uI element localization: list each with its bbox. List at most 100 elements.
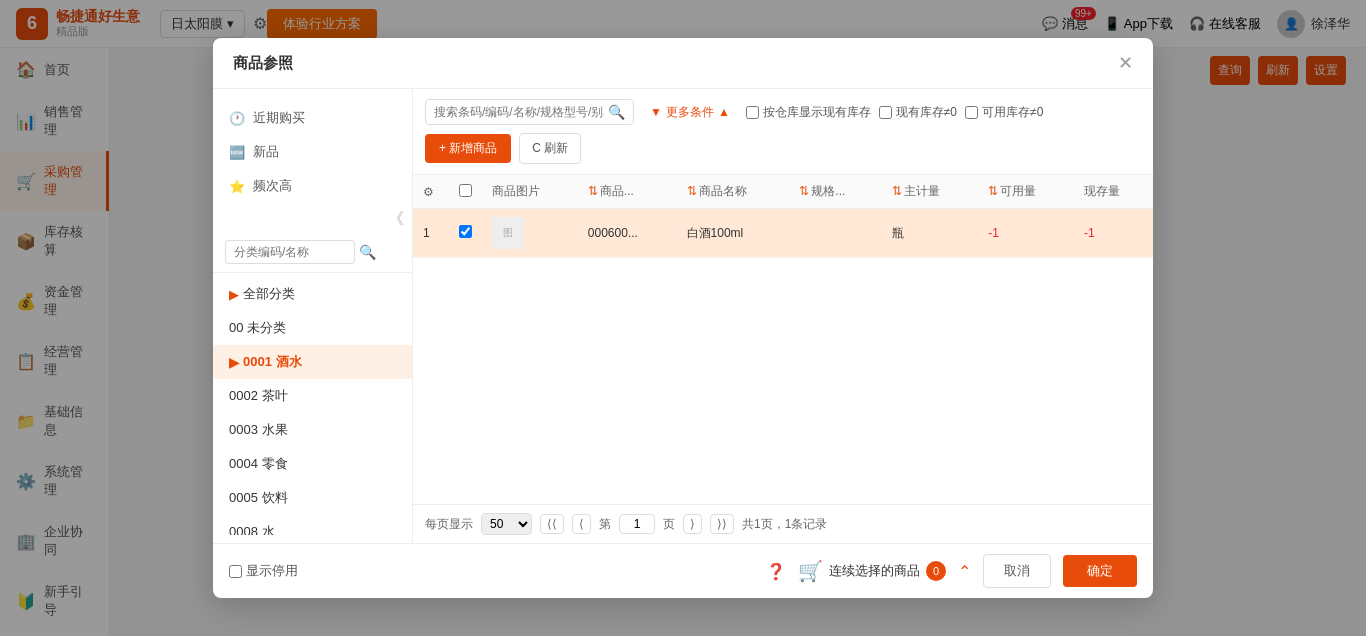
category-00[interactable]: 00 未分类 bbox=[213, 311, 412, 345]
checkbox-warehouse-label: 按仓库显示现有库存 bbox=[763, 104, 871, 121]
checkbox-warehouse-input[interactable] bbox=[746, 106, 759, 119]
product-table: ⚙ 商品图片 ⇅商品... ⇅商品名称 ⇅规格... ⇅主计量 ⇅可用量 现存 bbox=[413, 175, 1153, 504]
arrow-icon-all: ▶ bbox=[229, 287, 239, 302]
main-layout: 🏠 首页 📊 销售管理 🛒 采购管理 📦 库存核算 💰 资金管理 📋 经营管理 … bbox=[0, 48, 1366, 636]
checkbox-stock-nonzero: 现有库存≠0 bbox=[879, 104, 957, 121]
clock-icon: 🕐 bbox=[229, 111, 245, 126]
modal-right-panel: 🔍 ▼ 更多条件 ▲ 按仓库显示现有库存 bbox=[413, 89, 1153, 543]
total-records-label: 共1页，1条记录 bbox=[742, 516, 827, 533]
category-0001-label: 0001 酒水 bbox=[243, 353, 302, 371]
row-unit: 瓶 bbox=[882, 209, 978, 258]
last-page-button[interactable]: ⟩⟩ bbox=[710, 514, 734, 534]
category-0002-label: 0002 茶叶 bbox=[229, 387, 288, 405]
row-index: 1 bbox=[413, 209, 449, 258]
page-size-label: 每页显示 bbox=[425, 516, 473, 533]
category-0008[interactable]: 0008 水 bbox=[213, 515, 412, 535]
page-suffix: 页 bbox=[663, 516, 675, 533]
shortcut-frequent[interactable]: ⭐ 频次高 bbox=[213, 169, 412, 203]
modal-close-button[interactable]: ✕ bbox=[1118, 52, 1133, 74]
refresh-product-button[interactable]: C 刷新 bbox=[519, 133, 581, 164]
first-page-button[interactable]: ⟨⟨ bbox=[540, 514, 564, 534]
row-name: 白酒100ml bbox=[677, 209, 790, 258]
col-name[interactable]: ⇅商品名称 bbox=[677, 175, 790, 209]
modal-body: 🕐 近期购买 🆕 新品 ⭐ 频次高 bbox=[213, 89, 1153, 543]
confirm-button[interactable]: 确定 bbox=[1063, 555, 1137, 587]
show-disabled-checkbox[interactable] bbox=[229, 565, 242, 578]
row-checkbox[interactable] bbox=[449, 209, 482, 258]
col-unit[interactable]: ⇅主计量 bbox=[882, 175, 978, 209]
cart-icon[interactable]: 🛒 bbox=[798, 559, 823, 583]
content-area: 查询 刷新 设置 商品参照 ✕ bbox=[110, 48, 1366, 636]
category-all[interactable]: ▶ 全部分类 bbox=[213, 277, 412, 311]
shortcut-recent[interactable]: 🕐 近期购买 bbox=[213, 101, 412, 135]
modal-title: 商品参照 bbox=[233, 54, 293, 73]
shortcuts-section: 🕐 近期购买 🆕 新品 ⭐ 频次高 bbox=[213, 97, 412, 207]
product-search-input[interactable] bbox=[434, 105, 604, 119]
table-header: ⚙ 商品图片 ⇅商品... ⇅商品名称 ⇅规格... ⇅主计量 ⇅可用量 现存 bbox=[413, 175, 1153, 209]
add-product-button[interactable]: + 新增商品 bbox=[425, 134, 511, 163]
table-row[interactable]: 1 图 000600... 白酒100ml 瓶 bbox=[413, 209, 1153, 258]
category-search-input[interactable] bbox=[225, 240, 355, 264]
category-0003[interactable]: 0003 水果 bbox=[213, 413, 412, 447]
category-00-label: 00 未分类 bbox=[229, 319, 286, 337]
modal-toolbar: 🔍 ▼ 更多条件 ▲ 按仓库显示现有库存 bbox=[413, 89, 1153, 175]
category-0004-label: 0004 零食 bbox=[229, 455, 288, 473]
modal-backdrop: 商品参照 ✕ 🕐 近期购买 🆕 bbox=[110, 48, 1366, 636]
row-spec bbox=[789, 209, 882, 258]
pagination-bar: 每页显示 50 20 100 ⟨⟨ ⟨ 第 页 ⟩ bbox=[413, 504, 1153, 543]
category-0008-label: 0008 水 bbox=[229, 523, 275, 535]
checkbox-stock-nonzero-label: 现有库存≠0 bbox=[896, 104, 957, 121]
filter-button[interactable]: ▼ 更多条件 ▲ bbox=[642, 100, 738, 125]
shortcut-new[interactable]: 🆕 新品 bbox=[213, 135, 412, 169]
shortcut-frequent-label: 频次高 bbox=[253, 177, 292, 195]
col-image: 商品图片 bbox=[482, 175, 578, 209]
category-0002[interactable]: 0002 茶叶 bbox=[213, 379, 412, 413]
col-available[interactable]: ⇅可用量 bbox=[978, 175, 1074, 209]
category-0001[interactable]: ▶ 0001 酒水 bbox=[213, 345, 412, 379]
cart-area: 🛒 连续选择的商品 0 bbox=[798, 559, 946, 583]
show-disabled-label: 显示停用 bbox=[246, 562, 298, 580]
fold-button[interactable]: ⌃ bbox=[958, 562, 971, 581]
row-image: 图 bbox=[482, 209, 578, 258]
prev-page-button[interactable]: ⟨ bbox=[572, 514, 591, 534]
star-icon: ⭐ bbox=[229, 179, 245, 194]
modal-footer: 显示停用 ❓ 🛒 连续选择的商品 0 ⌃ 取消 确定 bbox=[213, 543, 1153, 598]
col-code[interactable]: ⇅商品... bbox=[578, 175, 677, 209]
filter-icon: ▼ bbox=[650, 105, 662, 119]
col-checkbox bbox=[449, 175, 482, 209]
category-0004[interactable]: 0004 零食 bbox=[213, 447, 412, 481]
page-label: 第 bbox=[599, 516, 611, 533]
row-code: 000600... bbox=[578, 209, 677, 258]
modal-left-panel: 🕐 近期购买 🆕 新品 ⭐ 频次高 bbox=[213, 89, 413, 543]
category-search: 🔍 bbox=[213, 232, 412, 273]
product-search-icon[interactable]: 🔍 bbox=[608, 104, 625, 120]
cart-count-badge: 0 bbox=[926, 561, 946, 581]
col-stock: 现存量 bbox=[1074, 175, 1153, 209]
modal-product-reference: 商品参照 ✕ 🕐 近期购买 🆕 bbox=[213, 48, 1153, 598]
filter-arrow-icon: ▲ bbox=[718, 105, 730, 119]
show-disabled-group: 显示停用 bbox=[229, 562, 298, 580]
next-page-button[interactable]: ⟩ bbox=[683, 514, 702, 534]
page-number-input[interactable] bbox=[619, 514, 655, 534]
select-all-checkbox[interactable] bbox=[459, 184, 472, 197]
cancel-button[interactable]: 取消 bbox=[983, 554, 1051, 588]
category-0005[interactable]: 0005 饮料 bbox=[213, 481, 412, 515]
collapse-button[interactable]: 《 bbox=[388, 209, 404, 230]
help-icon[interactable]: ❓ bbox=[766, 562, 786, 581]
shortcut-new-label: 新品 bbox=[253, 143, 279, 161]
category-search-button[interactable]: 🔍 bbox=[359, 244, 376, 260]
checkbox-available-nonzero-label: 可用库存≠0 bbox=[982, 104, 1043, 121]
modal-header: 商品参照 ✕ bbox=[213, 48, 1153, 89]
product-thumbnail: 图 bbox=[492, 217, 524, 249]
checkbox-stock-nonzero-input[interactable] bbox=[879, 106, 892, 119]
category-all-label: 全部分类 bbox=[243, 285, 295, 303]
shortcut-recent-label: 近期购买 bbox=[253, 109, 305, 127]
table-body: 1 图 000600... 白酒100ml 瓶 bbox=[413, 209, 1153, 258]
checkbox-available-nonzero: 可用库存≠0 bbox=[965, 104, 1043, 121]
row-available: -1 bbox=[978, 209, 1074, 258]
page-size-select[interactable]: 50 20 100 bbox=[481, 513, 532, 535]
cart-label: 连续选择的商品 bbox=[829, 562, 920, 580]
checkbox-available-nonzero-input[interactable] bbox=[965, 106, 978, 119]
col-spec[interactable]: ⇅规格... bbox=[789, 175, 882, 209]
col-settings[interactable]: ⚙ bbox=[413, 175, 449, 209]
